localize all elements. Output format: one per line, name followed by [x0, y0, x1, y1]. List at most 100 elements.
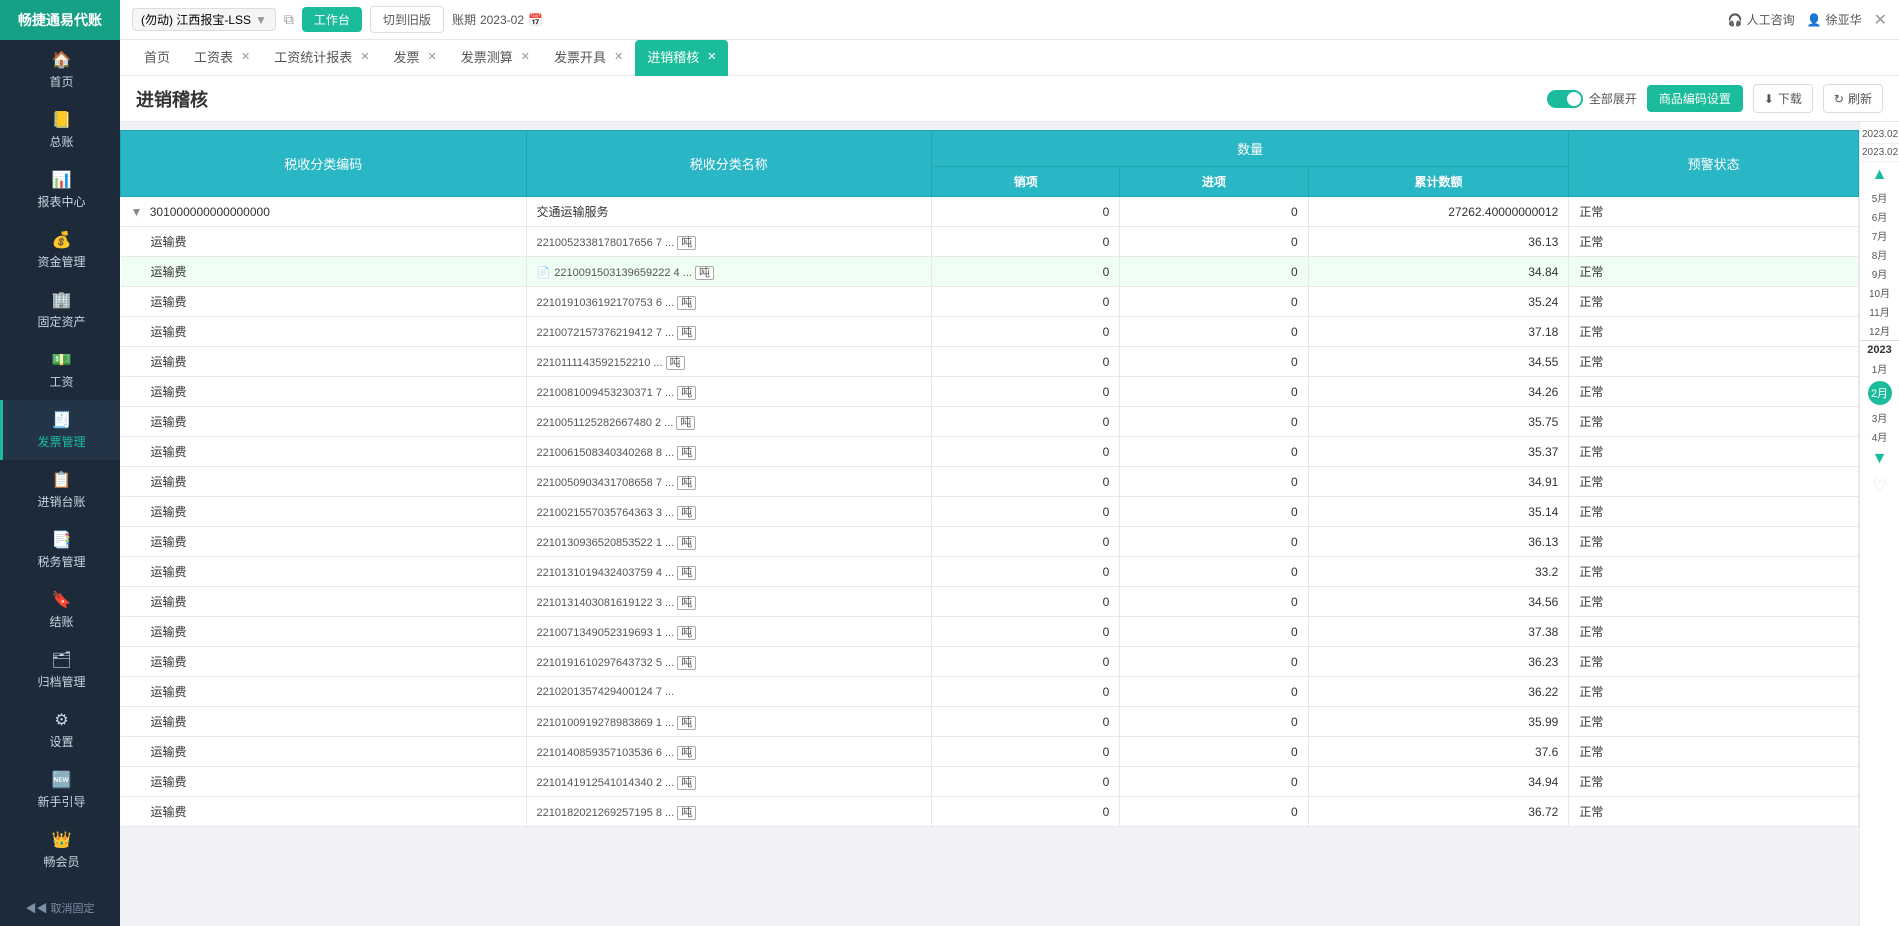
- month-9[interactable]: 9月: [1860, 264, 1899, 283]
- sidebar-item-member[interactable]: 👑 畅会员: [0, 820, 120, 880]
- month-4[interactable]: 4月: [1860, 427, 1899, 446]
- table-row[interactable]: 运输费 2210050903431708658 7 ... 吨 0 0 34.9…: [121, 467, 1859, 497]
- refresh-button[interactable]: ↻ 刷新: [1823, 84, 1883, 113]
- sidebar-item-guide[interactable]: 🆕 新手引导: [0, 760, 120, 820]
- table-row[interactable]: 运输费 2210201357429400124 7 ... 0 0 36.22 …: [121, 677, 1859, 707]
- table-row[interactable]: ▼ 301000000000000000 交通运输服务 0 0 27262.40…: [121, 197, 1859, 227]
- close-button[interactable]: ✕: [1874, 10, 1887, 30]
- tab-close-icon[interactable]: ✕: [707, 50, 716, 63]
- tab-salary-stats[interactable]: 工资统计报表 ✕: [262, 40, 381, 76]
- table-row[interactable]: 运输费 2210111143592152210 ... 吨 0 0 34.55 …: [121, 347, 1859, 377]
- sidebar-item-label: 畅会员: [43, 853, 79, 870]
- row-tax-code: 2210131403081619122 3 ... 吨: [526, 587, 932, 617]
- tab-close-icon[interactable]: ✕: [241, 50, 250, 63]
- table-row[interactable]: 运输费 📄2210091503139659222 4 ... 吨 0 0 34.…: [121, 257, 1859, 287]
- month-8[interactable]: 8月: [1860, 245, 1899, 264]
- sidebar-item-capital[interactable]: 💰 资金管理: [0, 220, 120, 280]
- page-title: 进销稽核: [136, 86, 208, 112]
- table-row[interactable]: 运输费 2210131403081619122 3 ... 吨 0 0 34.5…: [121, 587, 1859, 617]
- toggle-track[interactable]: [1547, 90, 1583, 108]
- switch-version-button[interactable]: 切到旧版: [370, 6, 444, 33]
- expand-toggle[interactable]: 全部展开: [1547, 90, 1637, 108]
- month-7[interactable]: 7月: [1860, 226, 1899, 245]
- support-link[interactable]: 🎧 人工咨询: [1728, 11, 1795, 28]
- tab-close-icon[interactable]: ✕: [521, 50, 530, 63]
- table-row[interactable]: 运输费 2210191610297643732 5 ... 吨 0 0 36.2…: [121, 647, 1859, 677]
- tab-label: 发票测算: [461, 47, 513, 66]
- active-month-2[interactable]: 2月: [1868, 381, 1892, 405]
- company-selector[interactable]: (勿动) 江西报宝-LSS ▼: [132, 8, 276, 31]
- unpin-button[interactable]: ◀◀ 取消固定: [0, 890, 120, 926]
- user-menu[interactable]: 👤 徐亚华: [1807, 11, 1862, 28]
- row-tax-code: 2210061508340340268 8 ... 吨: [526, 437, 932, 467]
- table-row[interactable]: 运输费 2210100919278983869 1 ... 吨 0 0 35.9…: [121, 707, 1859, 737]
- sidebar-item-settlement[interactable]: 🔖 结账: [0, 580, 120, 640]
- heart-icon[interactable]: ♡: [1868, 472, 1890, 500]
- sidebar-item-home[interactable]: 🏠 首页: [0, 40, 120, 100]
- sidebar-item-salary[interactable]: 💵 工资: [0, 340, 120, 400]
- tab-close-icon[interactable]: ✕: [360, 50, 369, 63]
- sidebar-item-invoice[interactable]: 🧾 发票管理: [0, 400, 120, 460]
- month-5[interactable]: 5月: [1860, 188, 1899, 207]
- archive-icon: 🗂: [51, 650, 71, 670]
- copy-icon[interactable]: ⧉: [284, 11, 294, 28]
- tab-label: 发票: [393, 47, 419, 66]
- row-name: 运输费: [121, 587, 527, 617]
- month-1[interactable]: 1月: [1860, 359, 1899, 378]
- table-row[interactable]: 运输费 2210052338178017656 7 ... 吨 0 0 36.1…: [121, 227, 1859, 257]
- tab-home[interactable]: 首页: [132, 40, 182, 76]
- tax-icon: 📑: [52, 530, 72, 550]
- expand-icon[interactable]: ▲: [1868, 162, 1892, 188]
- table-row[interactable]: 运输费 2210130936520853522 1 ... 吨 0 0 36.1…: [121, 527, 1859, 557]
- table-row[interactable]: 运输费 2210051125282667480 2 ... 吨 0 0 35.7…: [121, 407, 1859, 437]
- tab-invoice[interactable]: 发票 ✕: [381, 40, 448, 76]
- download-button[interactable]: ⬇ 下载: [1753, 84, 1813, 113]
- tab-close-icon[interactable]: ✕: [614, 50, 623, 63]
- col-tax-code: 税收分类编码: [121, 131, 527, 197]
- table-row[interactable]: 运输费 2210072157376219412 7 ... 吨 0 0 37.1…: [121, 317, 1859, 347]
- tab-sales-check[interactable]: 进销稽核 ✕: [635, 40, 728, 76]
- tab-invoice-open[interactable]: 发票开具 ✕: [542, 40, 635, 76]
- home-icon: 🏠: [52, 50, 72, 70]
- collapse-icon[interactable]: ▼: [1868, 446, 1892, 472]
- table-row[interactable]: 运输费 2210071349052319693 1 ... 吨 0 0 37.3…: [121, 617, 1859, 647]
- table-row[interactable]: 运输费 2210140859357103536 6 ... 吨 0 0 37.6…: [121, 737, 1859, 767]
- table-row[interactable]: 运输费 2210131019432403759 4 ... 吨 0 0 33.2…: [121, 557, 1859, 587]
- row-cumulative: 37.6: [1308, 737, 1569, 767]
- workbench-button[interactable]: 工作台: [302, 7, 362, 32]
- tab-salary-table[interactable]: 工资表 ✕: [182, 40, 262, 76]
- sidebar-item-reports[interactable]: 📊 报表中心: [0, 160, 120, 220]
- sidebar-item-ledger[interactable]: 📒 总账: [0, 100, 120, 160]
- month-6[interactable]: 6月: [1860, 207, 1899, 226]
- sidebar-item-archive[interactable]: 🗂 归档管理: [0, 640, 120, 700]
- row-sales: 0: [932, 677, 1120, 707]
- tab-close-icon[interactable]: ✕: [428, 50, 437, 63]
- sidebar-item-tax[interactable]: 📑 税务管理: [0, 520, 120, 580]
- unit-tag: 吨: [677, 446, 696, 460]
- month-3[interactable]: 3月: [1860, 408, 1899, 427]
- month-11[interactable]: 11月: [1860, 302, 1899, 321]
- table-row[interactable]: 运输费 2210141912541014340 2 ... 吨 0 0 34.9…: [121, 767, 1859, 797]
- row-tax-code: 2210201357429400124 7 ...: [526, 677, 932, 707]
- sidebar-item-assets[interactable]: 🏢 固定资产: [0, 280, 120, 340]
- row-cumulative: 35.24: [1308, 287, 1569, 317]
- tab-bar: 首页 工资表 ✕ 工资统计报表 ✕ 发票 ✕ 发票测算 ✕ 发票开具 ✕ 进销稽…: [120, 40, 1899, 76]
- calendar-icon[interactable]: 📅: [528, 13, 543, 27]
- table-row[interactable]: 运输费 2210182021269257195 8 ... 吨 0 0 36.7…: [121, 797, 1859, 827]
- table-row[interactable]: 运输费 2210061508340340268 8 ... 吨 0 0 35.3…: [121, 437, 1859, 467]
- tab-invoice-calc[interactable]: 发票测算 ✕: [449, 40, 542, 76]
- sidebar-item-settings[interactable]: ⚙ 设置: [0, 700, 120, 760]
- table-row[interactable]: 运输费 2210191036192170753 6 ... 吨 0 0 35.2…: [121, 287, 1859, 317]
- row-cumulative: 37.38: [1308, 617, 1569, 647]
- table-row[interactable]: 运输费 2210081009453230371 7 ... 吨 0 0 34.2…: [121, 377, 1859, 407]
- table-wrapper: 税收分类编码 税收分类名称 数量 预警状态 销项 进项 累计数额: [120, 122, 1859, 926]
- unit-tag: 吨: [677, 326, 696, 340]
- month-12[interactable]: 12月: [1860, 321, 1899, 340]
- sidebar-item-sales-desk[interactable]: 📋 进销台账: [0, 460, 120, 520]
- settings-button[interactable]: 商品编码设置: [1647, 85, 1743, 112]
- row-name: 运输费: [121, 377, 527, 407]
- row-purchase: 0: [1120, 347, 1308, 377]
- row-name: 运输费: [121, 767, 527, 797]
- table-row[interactable]: 运输费 2210021557035764363 3 ... 吨 0 0 35.1…: [121, 497, 1859, 527]
- month-10[interactable]: 10月: [1860, 283, 1899, 302]
